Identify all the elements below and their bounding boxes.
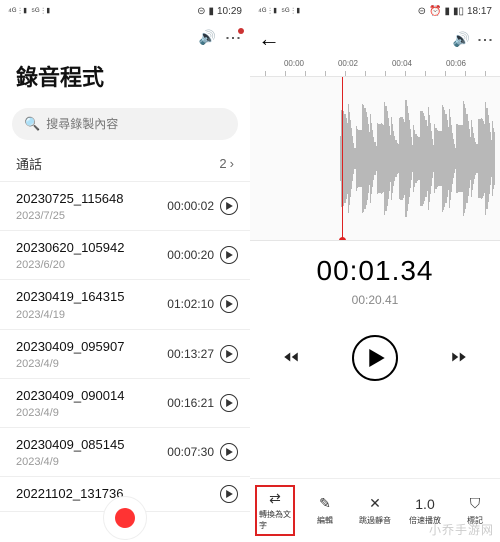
recording-name: 20230409_095907 [16, 338, 167, 356]
recording-row[interactable]: 20230419_164315 2023/4/1901:02:10 [0, 280, 250, 329]
sim1-icon: ⁴ᴳ ⫶▮ [8, 6, 28, 17]
ruler-tick: 00:02 [338, 59, 358, 68]
dnd-icon: ⊝ [197, 6, 205, 17]
play-icon[interactable] [220, 246, 238, 264]
forward-button[interactable] [450, 348, 468, 369]
play-icon[interactable] [220, 197, 238, 215]
notification-dot [238, 28, 244, 34]
sim2-icon: ⁵ᴳ ⫶▮ [31, 6, 51, 17]
action-1[interactable]: ✎ 編輯 [305, 493, 345, 529]
record-button[interactable] [103, 496, 147, 540]
play-icon[interactable] [220, 485, 238, 503]
play-icon[interactable] [220, 443, 238, 461]
recording-duration: 00:13:27 [167, 347, 214, 361]
recording-duration: 00:07:30 [167, 445, 214, 459]
recording-name: 20230725_115648 [16, 190, 167, 208]
status-time: 18:17 [467, 6, 492, 17]
recording-row[interactable]: 20230409_090014 2023/4/900:16:21 [0, 379, 250, 428]
status-time: 10:29 [217, 6, 242, 17]
status-bar: ⁴ᴳ ⫶▮ ⁵ᴳ ⫶▮ ⊝ ▮ 10:29 [0, 0, 250, 22]
play-icon[interactable] [220, 394, 238, 412]
ruler-tick: 00:04 [392, 59, 412, 68]
vibrate-icon: ▮ [208, 6, 214, 17]
recording-duration: 01:02:10 [167, 297, 214, 311]
recording-date: 2023/6/20 [16, 259, 167, 271]
recording-name: 20230620_105942 [16, 239, 167, 257]
time-display: 00:01.34 00:20.41 [250, 241, 500, 311]
ruler-tick: 00:00 [284, 59, 304, 68]
recording-name: 20230409_090014 [16, 387, 167, 405]
recording-row[interactable]: 20230409_095907 2023/4/900:13:27 [0, 330, 250, 379]
toolbar: 🔊 ⋮ [0, 22, 250, 52]
alarm-icon: ⏰ [429, 6, 441, 17]
action-icon: 1.0 [415, 496, 434, 512]
recording-row[interactable]: 20230725_115648 2023/7/2500:00:02 [0, 182, 250, 231]
ruler-tick: 00:06 [446, 59, 466, 68]
recording-row[interactable]: 20230409_085145 2023/4/900:07:30 [0, 428, 250, 477]
rewind-button[interactable] [282, 348, 300, 369]
action-icon: ⇄ [269, 490, 281, 506]
transport-controls [250, 311, 500, 381]
playhead-handle[interactable] [339, 237, 346, 241]
search-box[interactable]: 🔍 [12, 108, 238, 140]
vibrate-icon: ▮ [444, 6, 450, 17]
playhead-line [342, 77, 343, 240]
action-0[interactable]: ⇄ 轉換為文字 [255, 485, 295, 536]
volume-icon[interactable]: 🔊 [453, 31, 470, 48]
status-bar: ⁴ᴳ ⫶▮ ⁵ᴳ ⫶▮ ⊝ ⏰ ▮ ▮▯ 18:17 [250, 0, 500, 22]
recording-date: 2023/4/19 [16, 309, 167, 321]
play-icon[interactable] [220, 345, 238, 363]
category-row[interactable]: 通話 2 › [0, 148, 250, 182]
total-time: 00:20.41 [250, 293, 500, 307]
recording-duration: 00:16:21 [167, 396, 214, 410]
recording-name: 20230419_164315 [16, 288, 167, 306]
sim1-icon: ⁴ᴳ ⫶▮ [258, 6, 278, 17]
current-time: 00:01.34 [250, 255, 500, 287]
recording-duration: 00:00:20 [167, 248, 214, 262]
time-ruler[interactable]: 00:00 00:02 00:04 00:06 [250, 56, 500, 76]
playback-toolbar: ← 🔊 ⋮ [250, 22, 500, 56]
action-icon: ✎ [319, 496, 331, 512]
dnd-icon: ⊝ [418, 6, 426, 17]
category-label: 通話 [16, 154, 42, 173]
action-icon: ✕ [369, 496, 381, 512]
recordings-list[interactable]: 20230725_115648 2023/7/2500:00:02 20230620… [0, 182, 250, 542]
recording-name: 20230409_085145 [16, 436, 167, 454]
recording-date: 2023/4/9 [16, 456, 167, 468]
battery-icon: ▮▯ [453, 6, 464, 17]
recording-duration: 00:00:02 [167, 199, 214, 213]
action-label: 編輯 [317, 515, 333, 526]
watermark: 小乔手游网 [429, 521, 494, 538]
record-icon [115, 508, 135, 528]
category-count: 2 › [219, 156, 234, 171]
waveform[interactable] [250, 76, 500, 241]
action-2[interactable]: ✕ 跳過靜音 [355, 493, 395, 529]
play-button[interactable] [352, 335, 398, 381]
search-input[interactable] [46, 117, 226, 131]
page-title: 錄音程式 [0, 52, 250, 104]
action-label: 跳過靜音 [359, 515, 391, 526]
action-label: 轉換為文字 [259, 509, 291, 531]
search-icon: 🔍 [24, 116, 40, 132]
recording-date: 2023/4/9 [16, 407, 167, 419]
recorder-playback-screen: ⁴ᴳ ⫶▮ ⁵ᴳ ⫶▮ ⊝ ⏰ ▮ ▮▯ 18:17 ← 🔊 ⋮ 00:0000… [250, 0, 500, 542]
play-icon[interactable] [220, 295, 238, 313]
recording-date: 2023/7/25 [16, 210, 167, 222]
chevron-right-icon: › [230, 156, 234, 171]
volume-icon[interactable]: 🔊 [199, 29, 216, 46]
sim2-icon: ⁵ᴳ ⫶▮ [281, 6, 301, 17]
more-menu-icon[interactable]: ⋮ [475, 32, 495, 46]
recording-date: 2023/4/9 [16, 358, 167, 370]
action-icon: ⛉ [470, 496, 481, 512]
back-icon[interactable]: ← [258, 26, 280, 52]
recording-row[interactable]: 20230620_105942 2023/6/2000:00:20 [0, 231, 250, 280]
recorder-list-screen: ⁴ᴳ ⫶▮ ⁵ᴳ ⫶▮ ⊝ ▮ 10:29 🔊 ⋮ 錄音程式 🔍 通話 2 › … [0, 0, 250, 542]
